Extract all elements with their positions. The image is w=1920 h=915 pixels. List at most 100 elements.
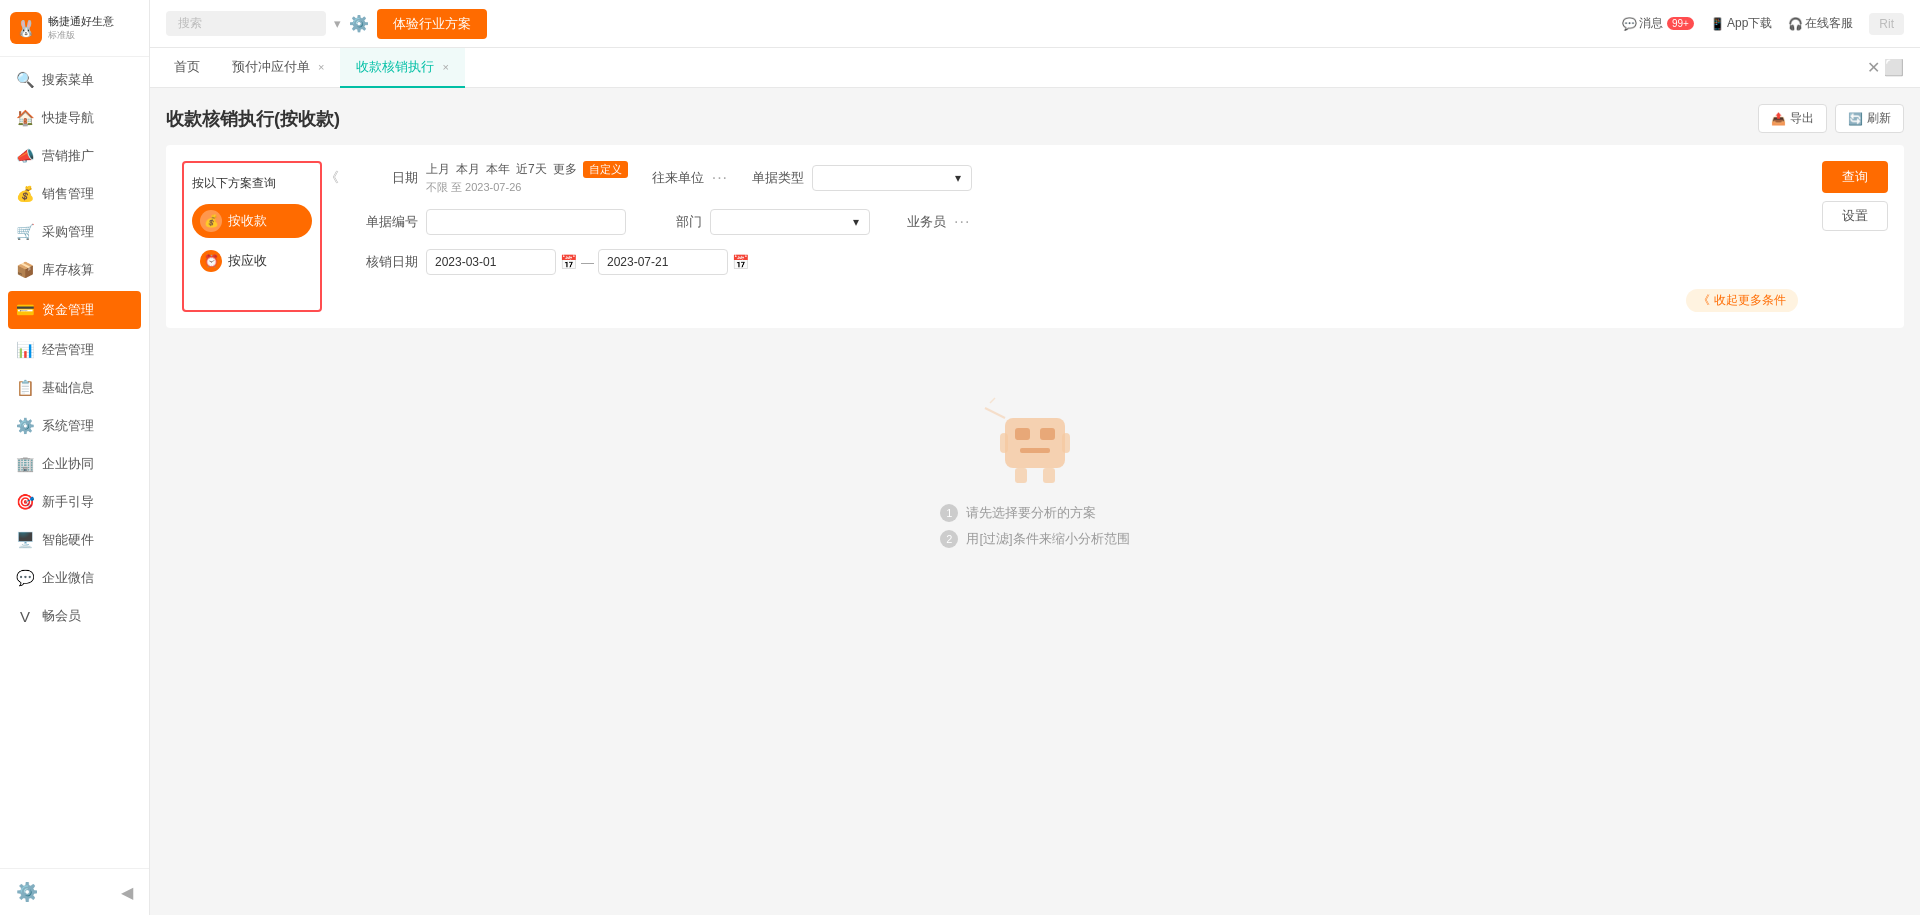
sidebar-item-operation[interactable]: 📊 经营管理	[0, 331, 149, 369]
writeoff-date-start[interactable]	[426, 249, 556, 275]
export-btn[interactable]: 📤 导出	[1758, 104, 1827, 133]
sidebar-item-finance[interactable]: 💳 资金管理	[8, 291, 141, 329]
tab-receipt-writeoff-close[interactable]: ×	[442, 61, 448, 73]
empty-tips: 1 请先选择要分析的方案 2 用[过滤]条件来缩小分析范围	[940, 504, 1129, 548]
date-7days[interactable]: 近7天	[516, 161, 547, 178]
sidebar-item-guide[interactable]: 🎯 新手引导	[0, 483, 149, 521]
sidebar-item-label: 采购管理	[42, 223, 94, 241]
tab-receipt-writeoff[interactable]: 收款核销执行 ×	[340, 48, 464, 88]
sidebar-item-sales[interactable]: 💰 销售管理	[0, 175, 149, 213]
settings-btn[interactable]: 设置	[1822, 201, 1888, 231]
svg-rect-6	[1015, 468, 1027, 483]
search-placeholder: 搜索	[178, 16, 202, 30]
sidebar-item-member[interactable]: V 畅会员	[0, 597, 149, 635]
filter-option-by-receivable[interactable]: ⏰ 按应收	[192, 244, 312, 278]
collapse-more-label: 收起更多条件	[1714, 292, 1786, 309]
collapse-more-btn[interactable]: 《 收起更多条件	[1686, 289, 1798, 312]
writeoff-date-end[interactable]	[598, 249, 728, 275]
query-btn[interactable]: 查询	[1822, 161, 1888, 193]
guide-icon: 🎯	[16, 493, 34, 511]
tab-prepayment-label: 预付冲应付单	[232, 58, 310, 76]
industry-btn[interactable]: 体验行业方案	[377, 9, 487, 39]
sidebar-item-label: 资金管理	[42, 301, 94, 319]
filter-panel: 按以下方案查询 💰 按收款 ⏰ 按应收 《	[166, 145, 1904, 328]
empty-tip-2: 2 用[过滤]条件来缩小分析范围	[940, 530, 1129, 548]
svg-rect-0	[1005, 418, 1065, 468]
sidebar-item-quick-nav[interactable]: 🏠 快捷导航	[0, 99, 149, 137]
finance-icon: 💳	[16, 301, 34, 319]
filter-option-by-receipt[interactable]: 💰 按收款	[192, 204, 312, 238]
wechat-icon: 💬	[16, 569, 34, 587]
doc-number-field: 单据编号	[358, 209, 626, 235]
sidebar-item-inventory[interactable]: 📦 库存核算	[0, 251, 149, 289]
action-buttons: 查询 设置	[1822, 161, 1888, 231]
writeoff-date-field: 核销日期 📅 — 📅	[358, 249, 749, 275]
empty-tip-1: 1 请先选择要分析的方案	[940, 504, 1129, 522]
topbar-dropdown-icon[interactable]: ▾	[334, 16, 341, 31]
sidebar-item-basic[interactable]: 📋 基础信息	[0, 369, 149, 407]
doc-type-select[interactable]: ▾	[812, 165, 972, 191]
date-last-month[interactable]: 上月	[426, 161, 450, 178]
page-actions: 📤 导出 🔄 刷新	[1758, 104, 1904, 133]
app-download-btn[interactable]: 📱 App下载	[1710, 15, 1772, 32]
receipt-option-icon: 💰	[200, 210, 222, 232]
sidebar-item-label: 新手引导	[42, 493, 94, 511]
system-icon: ⚙️	[16, 417, 34, 435]
online-service-btn[interactable]: 🎧 在线客服	[1788, 15, 1853, 32]
svg-rect-3	[1020, 448, 1050, 453]
tab-home-label: 首页	[174, 58, 200, 76]
logo-text: 畅捷通好生意	[48, 14, 114, 28]
date-custom-tag[interactable]: 自定义	[583, 161, 628, 178]
sidebar-item-search[interactable]: 🔍 搜索菜单	[0, 61, 149, 99]
content-area: 收款核销执行(按收款) 📤 导出 🔄 刷新 按以下方案查询 💰	[150, 88, 1920, 915]
tab-home[interactable]: 首页	[158, 48, 216, 88]
department-label: 部门	[642, 213, 702, 231]
sidebar-item-label: 库存核算	[42, 261, 94, 279]
cal-start-icon[interactable]: 📅	[560, 254, 577, 270]
counterparty-selector[interactable]: ···	[712, 169, 728, 187]
topbar-gear-icon[interactable]: ⚙️	[349, 14, 369, 33]
collapse-sidebar-btn[interactable]: 《	[322, 161, 342, 312]
department-select[interactable]: ▾	[710, 209, 870, 235]
maximize-window-btn[interactable]: ⬜	[1884, 58, 1904, 77]
refresh-label: 刷新	[1867, 110, 1891, 127]
online-service-label: 在线客服	[1805, 15, 1853, 32]
sidebar-settings-icon[interactable]: ⚙️	[16, 881, 38, 903]
basic-icon: 📋	[16, 379, 34, 397]
date-this-year[interactable]: 本年	[486, 161, 510, 178]
date-label: 日期	[358, 169, 418, 187]
cal-end-icon[interactable]: 📅	[732, 254, 749, 270]
message-btn[interactable]: 💬 消息 99+	[1622, 15, 1694, 32]
sidebar-item-wechat[interactable]: 💬 企业微信	[0, 559, 149, 597]
collapse-icon: 《	[325, 169, 339, 187]
sidebar-collapse-icon[interactable]: ◀	[121, 883, 133, 902]
counterparty-label: 往来单位	[644, 169, 704, 187]
sidebar-item-label: 系统管理	[42, 417, 94, 435]
operation-icon: 📊	[16, 341, 34, 359]
empty-state: 1 请先选择要分析的方案 2 用[过滤]条件来缩小分析范围	[166, 328, 1904, 608]
salesperson-selector[interactable]: ···	[954, 213, 970, 231]
sidebar-item-hardware[interactable]: 🖥️ 智能硬件	[0, 521, 149, 559]
sidebar-item-system[interactable]: ⚙️ 系统管理	[0, 407, 149, 445]
date-more[interactable]: 更多	[553, 161, 577, 178]
svg-rect-7	[1043, 468, 1055, 483]
sidebar-item-purchase[interactable]: 🛒 采购管理	[0, 213, 149, 251]
tab-prepayment-close[interactable]: ×	[318, 61, 324, 73]
doc-type-label: 单据类型	[744, 169, 804, 187]
sidebar-item-label: 销售管理	[42, 185, 94, 203]
sidebar-item-enterprise[interactable]: 🏢 企业协同	[0, 445, 149, 483]
date-this-month[interactable]: 本月	[456, 161, 480, 178]
page-title: 收款核销执行(按收款)	[166, 107, 340, 131]
sidebar-item-label: 基础信息	[42, 379, 94, 397]
svg-line-9	[990, 398, 995, 403]
refresh-btn[interactable]: 🔄 刷新	[1835, 104, 1904, 133]
svg-rect-1	[1015, 428, 1030, 440]
export-icon: 📤	[1771, 112, 1786, 126]
home-icon: 🏠	[16, 109, 34, 127]
writeoff-date-range: 📅 — 📅	[426, 249, 749, 275]
tab-prepayment[interactable]: 预付冲应付单 ×	[216, 48, 340, 88]
sidebar-item-marketing[interactable]: 📣 营销推广	[0, 137, 149, 175]
close-window-btn[interactable]: ✕	[1867, 58, 1880, 77]
user-info[interactable]: Rit	[1869, 13, 1904, 35]
doc-number-input[interactable]	[426, 209, 626, 235]
